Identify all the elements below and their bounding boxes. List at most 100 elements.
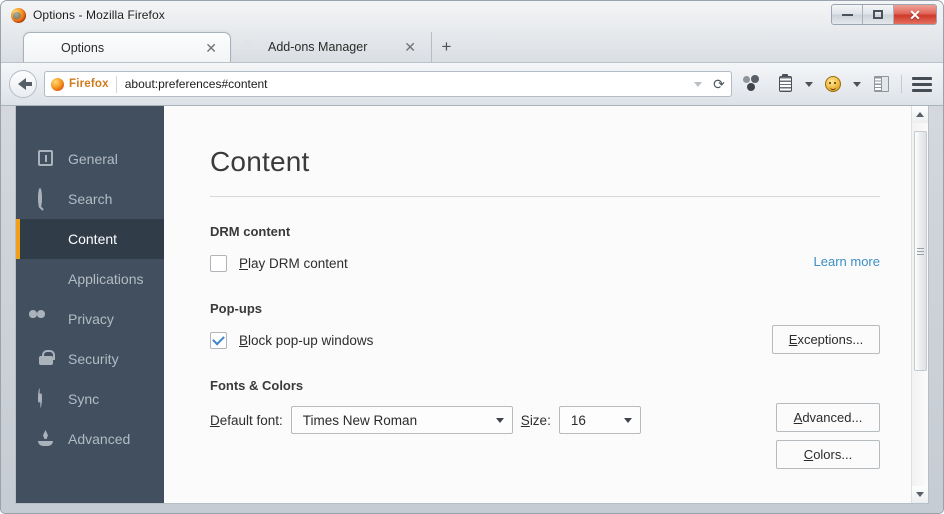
sidebar-item-security[interactable]: Security <box>16 339 164 379</box>
fonts-buttons: Advanced... Colors... <box>776 403 880 469</box>
minimize-button[interactable] <box>832 5 863 24</box>
hamburger-menu-icon[interactable] <box>909 71 935 97</box>
maximize-button[interactable] <box>863 5 894 24</box>
title-divider <box>210 196 880 197</box>
page-title: Content <box>210 146 310 177</box>
scroll-up-button[interactable] <box>911 106 928 123</box>
url-text[interactable]: about:preferences#content <box>117 77 687 91</box>
new-tab-button[interactable]: + <box>431 32 461 62</box>
popups-row: Block pop-up windows Exceptions... <box>210 325 880 354</box>
scrollbar-thumb[interactable] <box>913 131 927 371</box>
tab-strip: Options ✕ Add-ons Manager ✕ + <box>1 29 943 62</box>
firefox-identity-icon <box>51 77 64 91</box>
vertical-scrollbar[interactable] <box>911 106 928 503</box>
window-title: Options - Mozilla Firefox <box>33 8 165 22</box>
accesskey-char: D <box>210 412 220 428</box>
sidebar-item-label: Search <box>68 191 113 207</box>
tab-label: Options <box>61 40 105 55</box>
security-lock-icon <box>37 350 55 368</box>
label-rest: ize: <box>529 412 551 428</box>
accesskey-char: B <box>239 332 249 348</box>
clipboard-dropdown-icon[interactable] <box>805 81 813 87</box>
scroll-up-arrow-icon <box>916 112 924 117</box>
preferences-pane: Content DRM content Play DRM content Lea… <box>164 106 928 503</box>
sidebar-item-label: Privacy <box>68 311 114 327</box>
close-icon: ✕ <box>909 6 921 23</box>
title-bar-left: Options - Mozilla Firefox <box>1 7 165 23</box>
scroll-down-button[interactable] <box>911 486 928 503</box>
applications-icon <box>37 270 55 288</box>
font-size-select[interactable]: 16 <box>558 406 641 434</box>
puzzle-icon <box>245 40 260 55</box>
fonts-row: Default font: Times New Roman Size: 16 A… <box>210 403 880 469</box>
chevron-down-icon[interactable] <box>694 81 702 87</box>
tab-close-icon[interactable]: ✕ <box>401 38 419 56</box>
block-popup-windows-checkbox[interactable] <box>210 331 227 349</box>
group-heading: Fonts & Colors <box>210 378 304 393</box>
advanced-icon <box>37 430 55 448</box>
privacy-mask-icon <box>37 310 55 328</box>
close-button[interactable]: ✕ <box>894 5 936 24</box>
sidebar-item-general[interactable]: General <box>16 139 164 179</box>
label-rest: xceptions... <box>797 332 864 347</box>
sidebar-item-label: Content <box>68 231 118 247</box>
scroll-down-arrow-icon <box>916 492 924 497</box>
tab-options[interactable]: Options ✕ <box>23 32 231 62</box>
tab-addons-manager[interactable]: Add-ons Manager ✕ <box>231 32 429 62</box>
toolbar-separator <box>901 75 902 93</box>
sidebar-item-advanced[interactable]: Advanced <box>16 419 164 459</box>
chevron-down-icon <box>495 417 504 423</box>
group-popups: Pop-ups Block pop-up windows Exceptions.… <box>210 301 880 354</box>
minimize-icon <box>841 13 853 16</box>
sidebar-item-privacy[interactable]: Privacy <box>16 299 164 339</box>
font-field-row: Default font: Times New Roman Size: 16 <box>210 406 641 434</box>
addon-molecule-icon[interactable] <box>739 71 765 97</box>
font-size-value: 16 <box>570 412 586 428</box>
browser-window: Options - Mozilla Firefox ✕ Options ✕ Ad… <box>0 0 944 514</box>
scrollbar-track[interactable] <box>912 123 929 486</box>
navigation-toolbar: Firefox about:preferences#content ⟳ <box>1 62 943 106</box>
window-controls: ✕ <box>831 4 937 25</box>
clipboard-icon[interactable] <box>772 71 798 97</box>
title-bar: Options - Mozilla Firefox ✕ <box>1 1 943 29</box>
identity-box[interactable]: Firefox <box>51 75 117 93</box>
sidebar-item-search[interactable]: Search <box>16 179 164 219</box>
default-font-select[interactable]: Times New Roman <box>290 406 513 434</box>
learn-more-link[interactable]: Learn more <box>814 254 880 269</box>
sidebar-item-label: Sync <box>68 391 100 407</box>
smiley-icon[interactable] <box>820 71 846 97</box>
search-icon <box>37 188 55 208</box>
sync-icon <box>37 388 55 408</box>
default-font-value: Times New Roman <box>302 412 418 428</box>
maximize-icon <box>873 10 883 19</box>
exceptions-button[interactable]: Exceptions... <box>772 325 880 354</box>
sidebar-list-icon[interactable] <box>868 71 894 97</box>
sidebar-item-sync[interactable]: Sync <box>16 379 164 419</box>
gear-icon <box>38 40 53 55</box>
scrollbar-thumb-grip <box>916 247 924 255</box>
content-icon <box>37 230 55 248</box>
play-drm-content-label[interactable]: Play DRM content <box>239 256 348 271</box>
sidebar-item-applications[interactable]: Applications <box>16 259 164 299</box>
sidebar-item-label: Advanced <box>68 431 131 447</box>
general-icon <box>37 150 55 168</box>
firefox-logo-icon <box>11 7 26 23</box>
smiley-dropdown-icon[interactable] <box>853 81 861 87</box>
label-rest: dvanced... <box>802 410 863 425</box>
content-area: General Search Content Applications Priv… <box>15 106 929 504</box>
accesskey-char: C <box>803 447 814 462</box>
advanced-button[interactable]: Advanced... <box>776 403 880 432</box>
drm-row: Play DRM content Learn more <box>210 252 880 274</box>
tab-close-icon[interactable]: ✕ <box>202 39 220 57</box>
colors-button[interactable]: Colors... <box>776 440 880 469</box>
url-bar[interactable]: Firefox about:preferences#content ⟳ <box>44 71 732 97</box>
reload-button[interactable]: ⟳ <box>709 74 729 94</box>
play-drm-content-checkbox[interactable] <box>210 254 227 272</box>
tab-label: Add-ons Manager <box>268 40 368 54</box>
label-rest: olors... <box>813 447 853 462</box>
sidebar-item-content[interactable]: Content <box>16 219 164 259</box>
back-button[interactable] <box>9 70 37 98</box>
group-heading: Pop-ups <box>210 301 262 316</box>
block-popup-windows-label[interactable]: Block pop-up windows <box>239 333 373 348</box>
label-rest: lock pop-up windows <box>248 332 374 348</box>
